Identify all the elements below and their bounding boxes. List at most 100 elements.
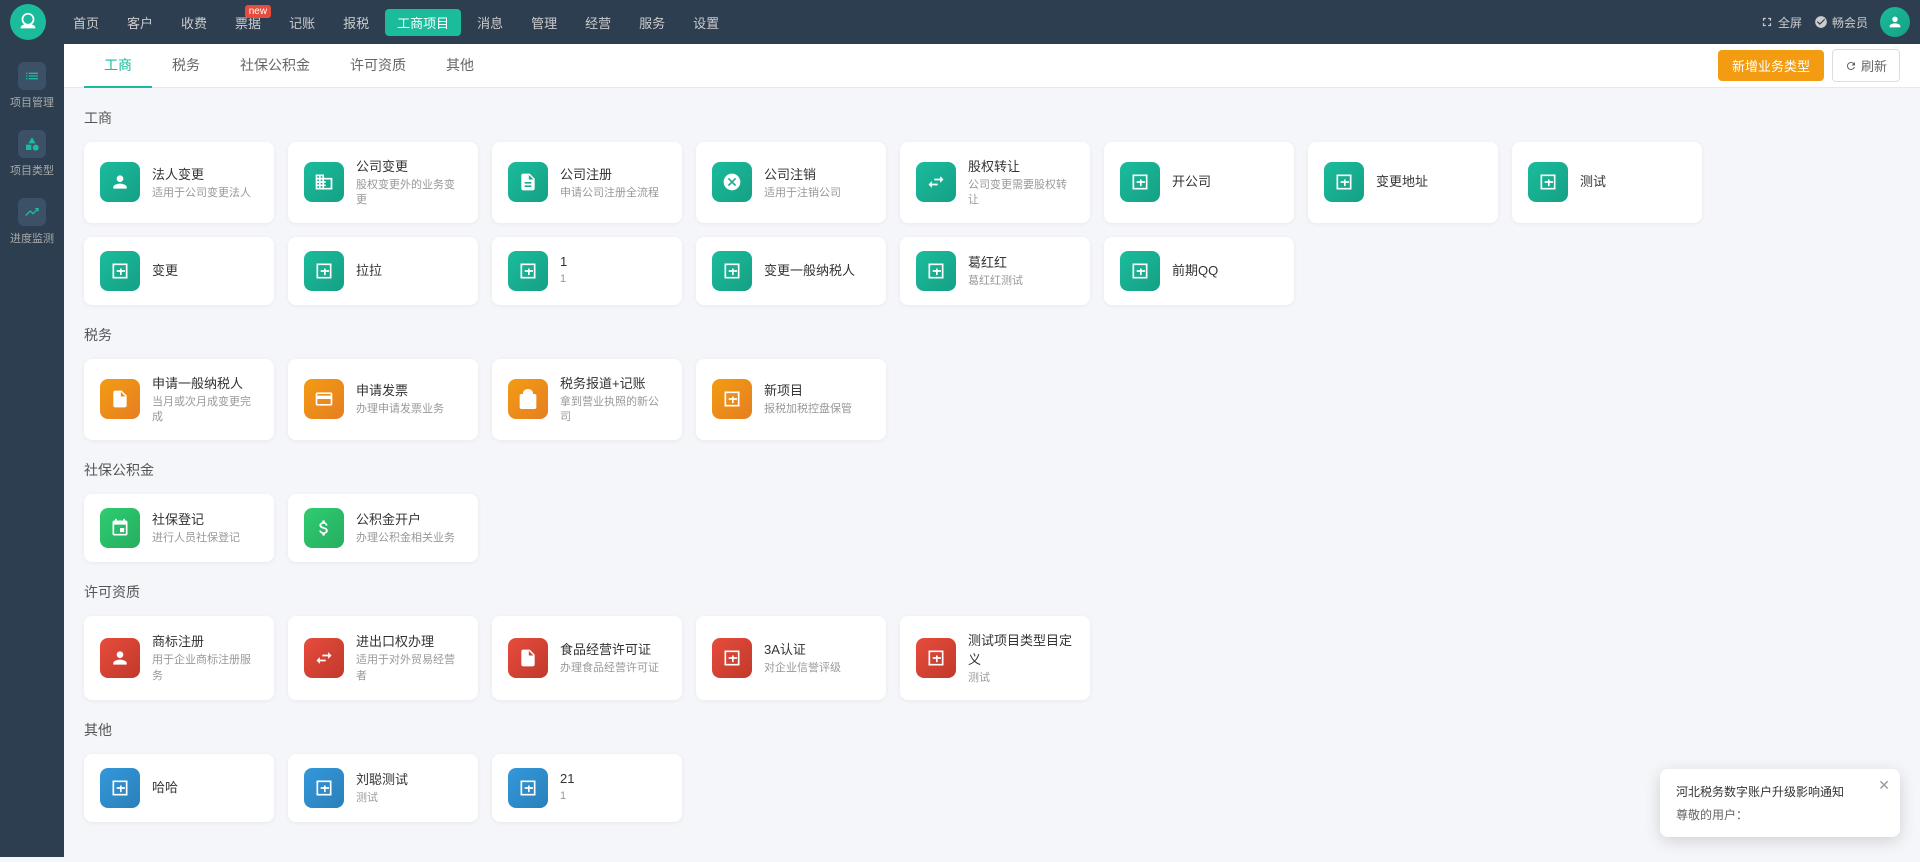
notification-popup: ✕ 河北税务数字账户升级影响通知 尊敬的用户： [1660, 769, 1900, 837]
card-text-equity-transfer: 股权转让 公司变更需要股权转让 [968, 156, 1074, 209]
card-icon-company-register [508, 162, 548, 202]
card-text-change-address: 变更地址 [1376, 171, 1428, 193]
new-business-type-button[interactable]: 新增业务类型 [1718, 50, 1824, 81]
card-test-type-def[interactable]: 测试项目类型目定义 测试 [900, 616, 1090, 700]
logo[interactable] [10, 4, 46, 40]
tab-tax[interactable]: 税务 [152, 44, 220, 88]
card-company-change[interactable]: 公司变更 股权变更外的业务变更 [288, 142, 478, 223]
card-icon-equity-transfer [916, 162, 956, 202]
card-apply-general-taxpayer[interactable]: 申请一般纳税人 当月或次月成变更完成 [84, 359, 274, 440]
card-text-legal-change: 法人变更 适用于公司变更法人 [152, 164, 251, 201]
sidebar-item-project-type[interactable]: 项目类型 [0, 122, 64, 186]
card-icon-haha [100, 768, 140, 808]
card-tax-bookkeeping[interactable]: 税务报道+记账 拿到营业执照的新公司 [492, 359, 682, 440]
other-cards-grid: 哈哈 刘聪测试 测试 [84, 754, 1900, 822]
nav-tax[interactable]: 报税 [331, 9, 381, 36]
nav-business[interactable]: 经营 [573, 9, 623, 36]
card-text-lala: 拉拉 [356, 260, 382, 282]
nav-industry[interactable]: 工商项目 [385, 9, 461, 36]
card-icon-test-type-def [916, 638, 956, 678]
sidebar-item-project-management[interactable]: 项目管理 [0, 54, 64, 118]
nav-message[interactable]: 消息 [465, 9, 515, 36]
card-change-address[interactable]: 变更地址 [1308, 142, 1498, 223]
card-liucong-test[interactable]: 刘聪测试 测试 [288, 754, 478, 822]
section-social-insurance-title: 社保公积金 [84, 460, 1900, 480]
card-21[interactable]: 21 1 [492, 754, 682, 822]
card-3a-cert[interactable]: 3A认证 对企业信誉评级 [696, 616, 886, 700]
section-other-title: 其他 [84, 720, 1900, 740]
card-text-gehonghong: 葛红红 葛红红测试 [968, 252, 1023, 289]
card-social-insurance-register[interactable]: 社保登记 进行人员社保登记 [84, 494, 274, 562]
card-text-test-type-def: 测试项目类型目定义 测试 [968, 630, 1074, 686]
right-actions: 全屏 畅会员 [1760, 7, 1910, 37]
progress-monitor-icon [18, 198, 46, 226]
card-icon-legal-change [100, 162, 140, 202]
card-qianqi-qq[interactable]: 前期QQ [1104, 237, 1294, 305]
card-text-provident-fund: 公积金开户 办理公积金相关业务 [356, 509, 455, 546]
tab-other[interactable]: 其他 [426, 44, 494, 88]
section-license: 许可资质 商标注册 用于企业商标注册服务 进出口权 [84, 582, 1900, 700]
nav-fee[interactable]: 收费 [169, 9, 219, 36]
card-icon-lala [304, 251, 344, 291]
card-icon-apply-general-taxpayer [100, 379, 140, 419]
section-license-title: 许可资质 [84, 582, 1900, 602]
avatar[interactable] [1880, 7, 1910, 37]
card-icon-21 [508, 768, 548, 808]
card-one[interactable]: 1 1 [492, 237, 682, 305]
card-icon-one [508, 251, 548, 291]
tab-social-insurance[interactable]: 社保公积金 [220, 44, 330, 88]
section-tax-title: 税务 [84, 325, 1900, 345]
industry-cards-grid: 法人变更 适用于公司变更法人 公司变更 股权变更外的业务变更 [84, 142, 1900, 305]
card-legal-change[interactable]: 法人变更 适用于公司变更法人 [84, 142, 274, 223]
new-badge: new [245, 5, 271, 18]
sidebar-item-progress-monitor[interactable]: 进度监测 [0, 190, 64, 254]
nav-home[interactable]: 首页 [61, 9, 111, 36]
top-right-actions: 新增业务类型 刷新 [1718, 49, 1900, 82]
refresh-button[interactable]: 刷新 [1832, 49, 1900, 82]
card-gehonghong[interactable]: 葛红红 葛红红测试 [900, 237, 1090, 305]
section-social-insurance: 社保公积金 社保登记 进行人员社保登记 公积金开户 [84, 460, 1900, 562]
card-text-trademark: 商标注册 用于企业商标注册服务 [152, 631, 258, 684]
nav-bookkeeping[interactable]: 记账 [277, 9, 327, 36]
card-trademark[interactable]: 商标注册 用于企业商标注册服务 [84, 616, 274, 700]
license-cards-grid: 商标注册 用于企业商标注册服务 进出口权办理 适用于对外贸易经营者 [84, 616, 1900, 700]
card-import-export[interactable]: 进出口权办理 适用于对外贸易经营者 [288, 616, 478, 700]
card-text-3a-cert: 3A认证 对企业信誉评级 [764, 639, 841, 676]
nav-service[interactable]: 服务 [627, 9, 677, 36]
card-change2[interactable]: 变更 [84, 237, 274, 305]
card-text-liucong-test: 刘聪测试 测试 [356, 769, 408, 806]
fullscreen-button[interactable]: 全屏 [1760, 14, 1802, 31]
card-icon-apply-invoice [304, 379, 344, 419]
card-text-new-project: 新项目 报税加税控盘保管 [764, 380, 852, 417]
card-company-cancel[interactable]: 公司注销 适用于注销公司 [696, 142, 886, 223]
tab-license[interactable]: 许可资质 [330, 44, 426, 88]
member-button[interactable]: 畅会员 [1814, 14, 1868, 31]
card-food-license[interactable]: 食品经营许可证 办理食品经营许可证 [492, 616, 682, 700]
card-company-register[interactable]: 公司注册 申请公司注册全流程 [492, 142, 682, 223]
card-equity-transfer[interactable]: 股权转让 公司变更需要股权转让 [900, 142, 1090, 223]
section-other: 其他 哈哈 刘聪测试 测 [84, 720, 1900, 822]
nav-settings[interactable]: 设置 [681, 9, 731, 36]
nav-items: 首页 客户 收费 票据 new 记账 报税 工商项目 消息 管理 经营 服务 设… [61, 9, 1760, 36]
card-provident-fund[interactable]: 公积金开户 办理公积金相关业务 [288, 494, 478, 562]
card-text-one: 1 1 [560, 254, 567, 287]
nav-ticket[interactable]: 票据 new [223, 9, 273, 36]
card-text-food-license: 食品经营许可证 办理食品经营许可证 [560, 639, 659, 676]
card-text-tax-bookkeeping: 税务报道+记账 拿到营业执照的新公司 [560, 373, 666, 426]
tab-industry[interactable]: 工商 [84, 44, 152, 88]
sub-tabs: 工商 税务 社保公积金 许可资质 其他 新增业务类型 刷新 [64, 44, 1920, 88]
card-test[interactable]: 测试 [1512, 142, 1702, 223]
card-text-change-general-taxpayer: 变更一般纳税人 [764, 260, 855, 282]
card-new-project[interactable]: 新项目 报税加税控盘保管 [696, 359, 886, 440]
card-apply-invoice[interactable]: 申请发票 办理申请发票业务 [288, 359, 478, 440]
card-text-21: 21 1 [560, 771, 574, 804]
nav-customer[interactable]: 客户 [115, 9, 165, 36]
notification-close-button[interactable]: ✕ [1878, 777, 1890, 794]
card-open-company[interactable]: 开公司 [1104, 142, 1294, 223]
card-change-general-taxpayer[interactable]: 变更一般纳税人 [696, 237, 886, 305]
card-haha[interactable]: 哈哈 [84, 754, 274, 822]
nav-manage[interactable]: 管理 [519, 9, 569, 36]
section-tax: 税务 申请一般纳税人 当月或次月成变更完成 申请发 [84, 325, 1900, 440]
card-lala[interactable]: 拉拉 [288, 237, 478, 305]
main-wrapper: 工商 税务 社保公积金 许可资质 其他 新增业务类型 刷新 工商 法人 [64, 44, 1920, 862]
